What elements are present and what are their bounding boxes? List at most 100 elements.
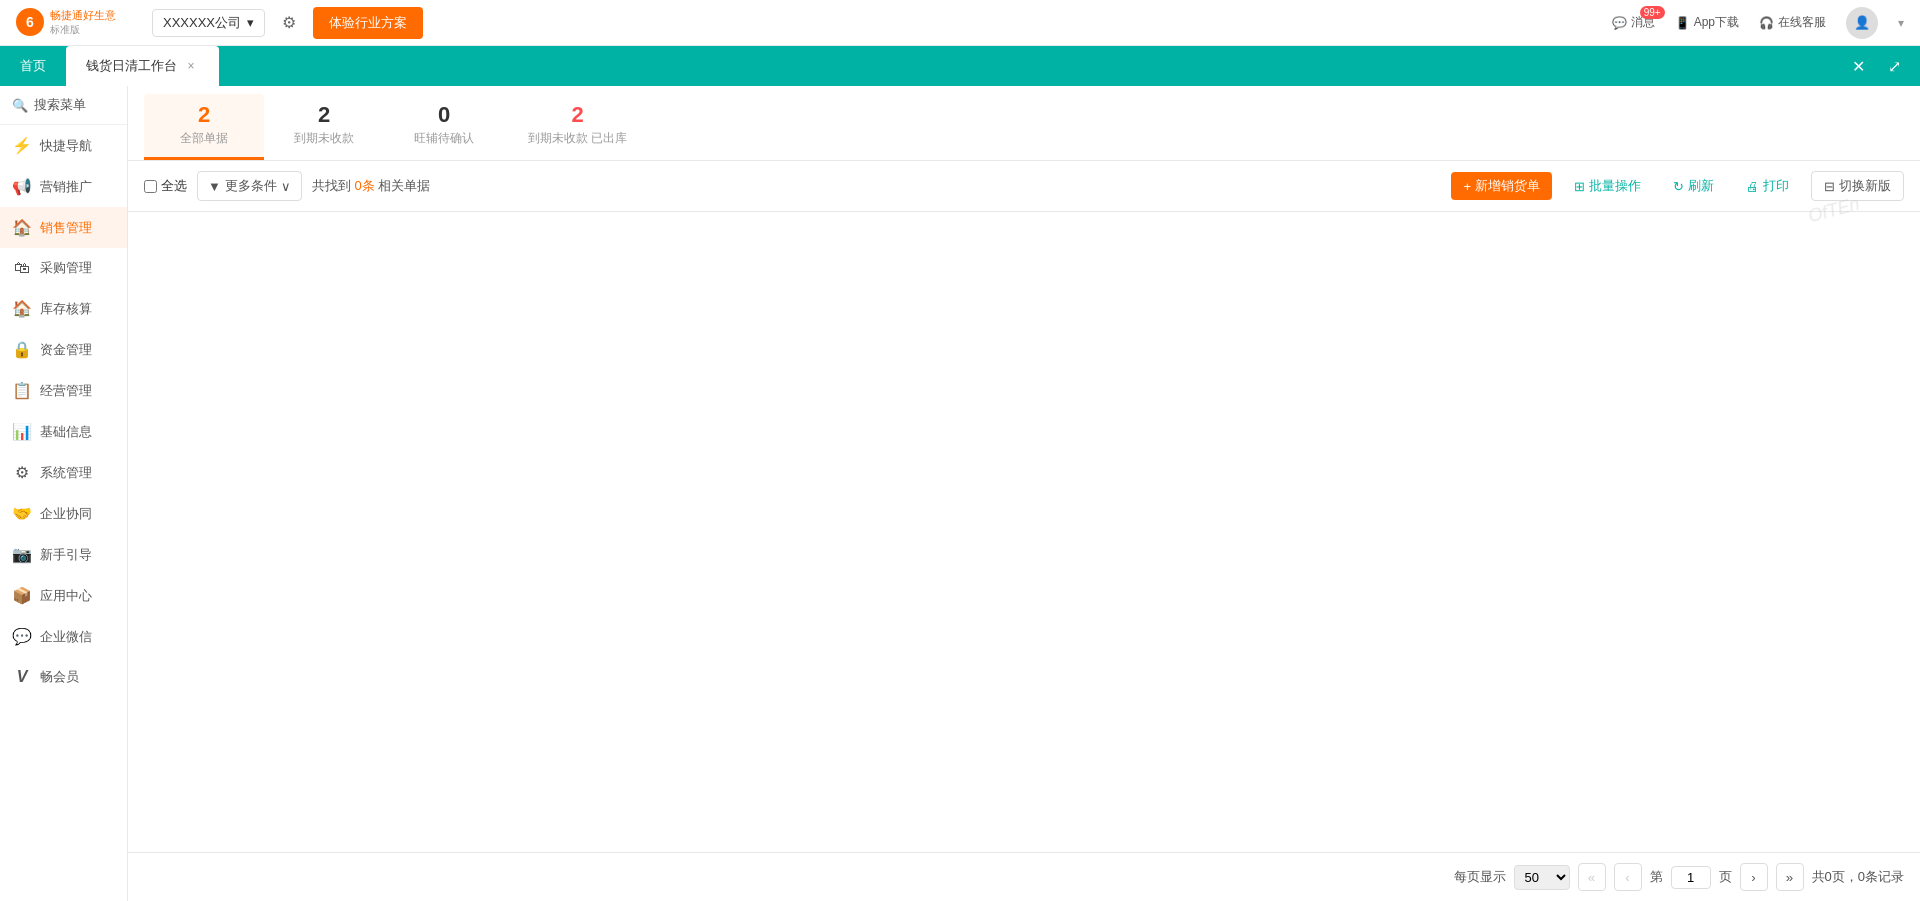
logo-icon: 6 xyxy=(16,8,44,36)
total-label: 共0页，0条记录 xyxy=(1812,868,1904,886)
cooperation-label: 企业协同 xyxy=(40,505,92,523)
app-center-icon: 📦 xyxy=(12,586,32,605)
messages-item[interactable]: 💬 消息 99+ xyxy=(1612,14,1655,31)
print-button[interactable]: 🖨 打印 xyxy=(1736,172,1799,200)
print-icon: 🖨 xyxy=(1746,179,1759,194)
sidebar-search[interactable]: 🔍 搜索菜单 xyxy=(0,86,127,125)
purchase-icon: 🛍 xyxy=(12,259,32,277)
stat-label-shipped: 到期未收款 已出库 xyxy=(528,130,627,147)
per-page-select[interactable]: 50 100 200 xyxy=(1514,865,1570,890)
stat-number-wangwang: 0 xyxy=(438,102,450,128)
guide-label: 新手引导 xyxy=(40,546,92,564)
company-name: XXXXXX公司 xyxy=(163,14,241,32)
settings-icon: ⚙ xyxy=(282,13,296,32)
fullscreen-icon[interactable]: ⤢ xyxy=(1880,52,1908,80)
search-icon: 🔍 xyxy=(12,98,28,113)
found-count: 0条 xyxy=(355,178,375,193)
prev-page-button[interactable]: ‹ xyxy=(1614,863,1642,891)
print-label: 打印 xyxy=(1763,177,1789,195)
finance-label: 资金管理 xyxy=(40,341,92,359)
main-layout: 🔍 搜索菜单 ⚡ 快捷导航 📢 营销推广 🏠 销售管理 🛍 采购管理 🏠 库存核… xyxy=(0,86,1920,901)
tab-home[interactable]: 首页 xyxy=(0,46,66,86)
sidebar-item-operation[interactable]: 📋 经营管理 xyxy=(0,370,127,411)
wechat-label: 企业微信 xyxy=(40,628,92,646)
stat-tab-all[interactable]: 2 全部单据 xyxy=(144,94,264,160)
inventory-icon: 🏠 xyxy=(12,299,32,318)
empty-state xyxy=(128,212,1920,612)
filter-button[interactable]: ▼ 更多条件 ∨ xyxy=(197,171,302,201)
batch-label: 批量操作 xyxy=(1589,177,1641,195)
sidebar-item-member[interactable]: V 畅会员 xyxy=(0,657,127,697)
next-page-button[interactable]: › xyxy=(1740,863,1768,891)
add-sales-button[interactable]: + 新增销货单 xyxy=(1451,172,1552,200)
batch-icon: ⊞ xyxy=(1574,179,1585,194)
sidebar-item-marketing[interactable]: 📢 营销推广 xyxy=(0,166,127,207)
stat-number-all: 2 xyxy=(198,102,210,128)
app-download-label: App下载 xyxy=(1694,14,1739,31)
last-page-button[interactable]: » xyxy=(1776,863,1804,891)
avatar[interactable]: 👤 xyxy=(1846,7,1878,39)
sidebar-item-guide[interactable]: 📷 新手引导 xyxy=(0,534,127,575)
sidebar-item-sales[interactable]: 🏠 销售管理 xyxy=(0,207,127,248)
select-all-label[interactable]: 全选 xyxy=(144,177,187,195)
filter-label: 更多条件 xyxy=(225,177,277,195)
marketing-label: 营销推广 xyxy=(40,178,92,196)
sidebar-item-quick-nav[interactable]: ⚡ 快捷导航 xyxy=(0,125,127,166)
sidebar-item-system[interactable]: ⚙ 系统管理 xyxy=(0,452,127,493)
switch-icon: ⊟ xyxy=(1824,179,1835,194)
tab-bar-actions: ✕ ⤢ xyxy=(1844,52,1920,80)
app-download-item[interactable]: 📱 App下载 xyxy=(1675,14,1739,31)
batch-ops-button[interactable]: ⊞ 批量操作 xyxy=(1564,172,1651,200)
stat-tab-wangwang[interactable]: 0 旺辅待确认 xyxy=(384,94,504,160)
stat-tab-overdue[interactable]: 2 到期未收款 xyxy=(264,94,384,160)
message-icon: 💬 xyxy=(1612,16,1627,30)
refresh-icon: ↻ xyxy=(1673,179,1684,194)
stat-label-all: 全部单据 xyxy=(180,130,228,147)
switch-version-button[interactable]: ⊟ 切换新版 xyxy=(1811,171,1904,201)
trial-button[interactable]: 体验行业方案 xyxy=(313,7,423,39)
app-center-label: 应用中心 xyxy=(40,587,92,605)
online-service-item[interactable]: 🎧 在线客服 xyxy=(1759,14,1826,31)
sidebar-item-finance[interactable]: 🔒 资金管理 xyxy=(0,329,127,370)
operation-icon: 📋 xyxy=(12,381,32,400)
stat-number-overdue: 2 xyxy=(318,102,330,128)
content-area: 2 全部单据 2 到期未收款 0 旺辅待确认 2 到期未收款 已出库 全选 xyxy=(128,86,1920,901)
sidebar-item-wechat[interactable]: 💬 企业微信 xyxy=(0,616,127,657)
sidebar-item-inventory[interactable]: 🏠 库存核算 xyxy=(0,288,127,329)
close-tab-icon[interactable]: × xyxy=(183,58,199,74)
tab-active[interactable]: 钱货日清工作台 × xyxy=(66,46,219,86)
refresh-label: 刷新 xyxy=(1688,177,1714,195)
sidebar-item-basic-info[interactable]: 📊 基础信息 xyxy=(0,411,127,452)
sidebar-item-cooperation[interactable]: 🤝 企业协同 xyxy=(0,493,127,534)
sidebar: 🔍 搜索菜单 ⚡ 快捷导航 📢 营销推广 🏠 销售管理 🛍 采购管理 🏠 库存核… xyxy=(0,86,128,901)
add-icon: + xyxy=(1463,179,1471,194)
system-label: 系统管理 xyxy=(40,464,92,482)
toolbar-left: 全选 ▼ 更多条件 ∨ 共找到 0条 相关单据 xyxy=(144,171,1441,201)
phone-icon: 📱 xyxy=(1675,16,1690,30)
sidebar-item-app-center[interactable]: 📦 应用中心 xyxy=(0,575,127,616)
close-window-icon[interactable]: ✕ xyxy=(1844,52,1872,80)
headset-icon: 🎧 xyxy=(1759,16,1774,30)
toolbar-right: + 新增销货单 ⊞ 批量操作 ↻ 刷新 🖨 打印 ⊟ 切换新版 xyxy=(1451,171,1904,201)
found-text: 共找到 0条 相关单据 xyxy=(312,177,430,195)
app-sub: 标准版 xyxy=(50,23,116,37)
top-header: 6 畅捷通好生意 标准版 XXXXXX公司 ▾ ⚙ 体验行业方案 💬 消息 99… xyxy=(0,0,1920,46)
add-label: 新增销货单 xyxy=(1475,177,1540,195)
settings-button[interactable]: ⚙ xyxy=(273,7,305,39)
member-icon: V xyxy=(12,668,32,686)
user-name[interactable]: ▾ xyxy=(1898,16,1904,30)
system-icon: ⚙ xyxy=(12,463,32,482)
first-page-button[interactable]: « xyxy=(1578,863,1606,891)
sidebar-item-purchase[interactable]: 🛍 采购管理 xyxy=(0,248,127,288)
quick-nav-label: 快捷导航 xyxy=(40,137,92,155)
stats-tabs: 2 全部单据 2 到期未收款 0 旺辅待确认 2 到期未收款 已出库 xyxy=(128,86,1920,161)
logo-area: 6 畅捷通好生意 标准版 xyxy=(16,8,144,36)
header-right: 💬 消息 99+ 📱 App下载 🎧 在线客服 👤 ▾ xyxy=(1612,7,1904,39)
stat-tab-shipped[interactable]: 2 到期未收款 已出库 xyxy=(504,94,651,160)
company-selector[interactable]: XXXXXX公司 ▾ xyxy=(152,9,265,37)
next-page-icon: › xyxy=(1751,870,1755,885)
refresh-button[interactable]: ↻ 刷新 xyxy=(1663,172,1724,200)
page-input[interactable] xyxy=(1671,866,1711,889)
page-suffix: 页 xyxy=(1719,868,1732,886)
select-all-checkbox[interactable] xyxy=(144,180,157,193)
